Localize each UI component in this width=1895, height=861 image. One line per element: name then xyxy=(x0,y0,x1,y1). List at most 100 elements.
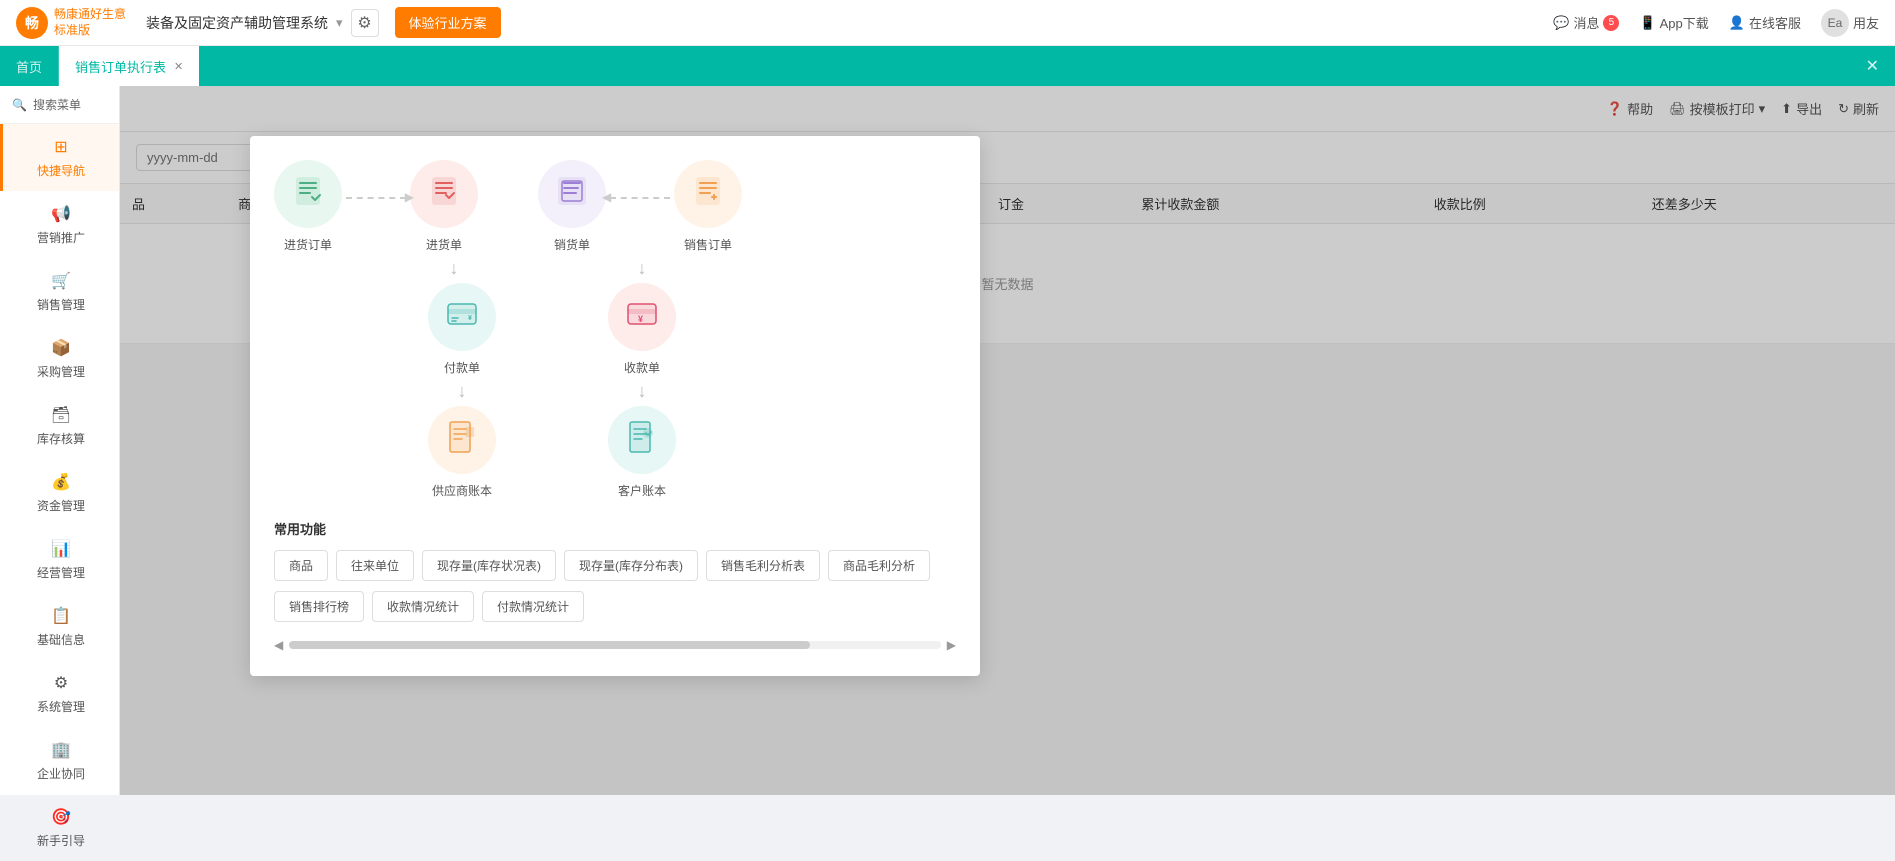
newbie-icon: 🎯 xyxy=(50,806,72,828)
func-buttons-row1: 商品 往来单位 现存量(库存状况表) 现存量(库存分布表) 销售毛利分析表 商品… xyxy=(274,550,956,581)
scroll-left-icon[interactable]: ◀ xyxy=(274,638,283,652)
top-header: 畅 畅康通好生意 标准版 装备及固定资产辅助管理系统 ▾ ⚙ 体验行业方案 💬 … xyxy=(0,0,1895,46)
func-btn-product[interactable]: 商品 xyxy=(274,550,328,581)
inventory-icon: 🗃 xyxy=(50,404,72,426)
settings-button[interactable]: ⚙ xyxy=(351,9,379,37)
flow-node-sales-bill[interactable]: 销货单 xyxy=(538,160,606,253)
scrollbar-thumb xyxy=(289,641,810,649)
supplier-account-circle xyxy=(428,406,496,474)
flow-row-1: 进货订单 ▶ xyxy=(274,160,956,253)
scroll-right-icon[interactable]: ▶ xyxy=(947,638,956,652)
sidebar-item-quick-nav[interactable]: ⊞ 快捷导航 xyxy=(0,124,119,191)
flow-node-supplier-account[interactable]: 供应商账本 xyxy=(428,406,496,499)
download-icon: 📱 xyxy=(1639,15,1655,31)
common-functions-title: 常用功能 xyxy=(274,519,956,538)
flow-node-sales-order[interactable]: 销售订单 xyxy=(674,160,742,253)
trial-button[interactable]: 体验行业方案 xyxy=(395,7,501,38)
modal-scrollbar: ◀ ▶ xyxy=(274,638,956,652)
logo-text: 畅康通好生意 标准版 xyxy=(54,7,126,38)
message-icon: 💬 xyxy=(1553,15,1569,31)
enterprise-icon: 🏢 xyxy=(50,739,72,761)
close-all-icon: ✕ xyxy=(1866,56,1879,76)
supplier-account-label: 供应商账本 xyxy=(432,482,492,499)
basic-info-icon: 📋 xyxy=(50,605,72,627)
search-menu-item[interactable]: 🔍 搜索菜单 xyxy=(0,86,119,124)
avatar: Ea xyxy=(1821,9,1849,37)
system-title-area: 装备及固定资产辅助管理系统 ▾ ⚙ 体验行业方案 xyxy=(146,7,501,38)
sales-order-icon xyxy=(690,173,726,216)
sales-icon: 🛒 xyxy=(50,270,72,292)
purchase-order-icon xyxy=(290,173,326,216)
sidebar: 🔍 搜索菜单 ⊞ 快捷导航 📢 营销推广 🛒 销售管理 📦 采购管理 🗃 库存核… xyxy=(0,86,120,795)
receipt-icon: ¥ xyxy=(624,296,660,339)
flow-row-3: 供应商账本 xyxy=(274,406,956,499)
func-btn-product-margin[interactable]: 商品毛利分析 xyxy=(828,550,930,581)
purchase-order-circle xyxy=(274,160,342,228)
sales-bill-icon xyxy=(554,173,590,216)
sidebar-item-basic-info[interactable]: 📋 基础信息 xyxy=(0,593,119,660)
flow-row-2: ¥ 付款单 xyxy=(274,283,956,376)
header-right: 💬 消息 5 📱 App下载 👤 在线客服 Ea 用友 xyxy=(1553,9,1879,37)
online-service-button[interactable]: 👤 在线客服 xyxy=(1729,13,1801,32)
system-icon: ⚙ xyxy=(50,672,72,694)
purchase-icon: 📦 xyxy=(50,337,72,359)
user-menu[interactable]: Ea 用友 xyxy=(1821,9,1879,37)
customer-account-circle xyxy=(608,406,676,474)
marketing-icon: 📢 xyxy=(50,203,72,225)
modal-overlay: 进货订单 ▶ xyxy=(120,86,1895,795)
payment-icon: ¥ xyxy=(444,296,480,339)
sidebar-item-sales[interactable]: 🛒 销售管理 xyxy=(0,258,119,325)
func-btn-sales-margin[interactable]: 销售毛利分析表 xyxy=(706,550,820,581)
common-functions: 常用功能 商品 往来单位 现存量(库存状况表) 现存量(库存分布表) 销售毛利分… xyxy=(274,519,956,622)
sidebar-item-newbie[interactable]: 🎯 新手引导 xyxy=(0,794,119,861)
sidebar-item-marketing[interactable]: 📢 营销推广 xyxy=(0,191,119,258)
func-btn-sales-ranking[interactable]: 销售排行榜 xyxy=(274,591,364,622)
operations-icon: 📊 xyxy=(50,538,72,560)
receipt-circle: ¥ xyxy=(608,283,676,351)
receipt-label: 收款单 xyxy=(624,359,660,376)
purchase-bill-label: 进货单 xyxy=(426,236,462,253)
func-btn-receipt-stats[interactable]: 收款情况统计 xyxy=(372,591,474,622)
payment-label: 付款单 xyxy=(444,359,480,376)
modal-box: 进货订单 ▶ xyxy=(250,136,980,676)
finance-icon: 💰 xyxy=(50,471,72,493)
sidebar-item-enterprise[interactable]: 🏢 企业协同 xyxy=(0,727,119,794)
sales-order-label: 销售订单 xyxy=(684,236,732,253)
service-icon: 👤 xyxy=(1729,15,1745,31)
message-button[interactable]: 💬 消息 5 xyxy=(1553,13,1619,32)
flow-node-purchase-bill[interactable]: 进货单 xyxy=(410,160,478,253)
sidebar-item-inventory[interactable]: 🗃 库存核算 xyxy=(0,392,119,459)
close-all-tabs-button[interactable]: ✕ xyxy=(1850,46,1895,86)
supplier-account-icon xyxy=(444,419,480,462)
scrollbar-track[interactable] xyxy=(289,641,941,649)
app-download-button[interactable]: 📱 App下载 xyxy=(1639,13,1708,32)
svg-text:¥: ¥ xyxy=(638,314,643,324)
svg-text:¥: ¥ xyxy=(468,315,472,322)
func-btn-inventory-status[interactable]: 现存量(库存状况表) xyxy=(422,550,556,581)
flow-node-receipt[interactable]: ¥ 收款单 xyxy=(608,283,676,376)
main-content: ❓ 帮助 🖨 按模板打印 ▾ ⬆ 导出 ↻ 刷新 📅 单据状态 xyxy=(120,86,1895,795)
sidebar-item-finance[interactable]: 💰 资金管理 xyxy=(0,459,119,526)
quick-nav-icon: ⊞ xyxy=(50,136,72,158)
sales-bill-label: 销货单 xyxy=(554,236,590,253)
system-title: 装备及固定资产辅助管理系统 xyxy=(146,13,328,33)
flow-node-purchase-order[interactable]: 进货订单 xyxy=(274,160,342,253)
purchase-bill-icon xyxy=(426,173,462,216)
flow-node-payment[interactable]: ¥ 付款单 xyxy=(428,283,496,376)
func-btn-counterpart[interactable]: 往来单位 xyxy=(336,550,414,581)
sidebar-item-operations[interactable]: 📊 经营管理 xyxy=(0,526,119,593)
logo-icon: 畅 xyxy=(16,7,48,39)
dropdown-arrow-icon[interactable]: ▾ xyxy=(336,15,343,31)
sales-bill-circle xyxy=(538,160,606,228)
customer-account-icon xyxy=(624,419,660,462)
sidebar-item-system[interactable]: ⚙ 系统管理 xyxy=(0,660,119,727)
sidebar-item-purchase[interactable]: 📦 采购管理 xyxy=(0,325,119,392)
func-btn-payment-stats[interactable]: 付款情况统计 xyxy=(482,591,584,622)
flow-node-customer-account[interactable]: 客户账本 xyxy=(608,406,676,499)
func-btn-inventory-dist[interactable]: 现存量(库存分布表) xyxy=(564,550,698,581)
purchase-bill-circle xyxy=(410,160,478,228)
tab-home[interactable]: 首页 xyxy=(0,46,59,86)
purchase-order-label: 进货订单 xyxy=(284,236,332,253)
tab-close-icon[interactable]: ✕ xyxy=(174,60,183,73)
tab-sales-order-execution[interactable]: 销售订单执行表 ✕ xyxy=(59,46,199,86)
